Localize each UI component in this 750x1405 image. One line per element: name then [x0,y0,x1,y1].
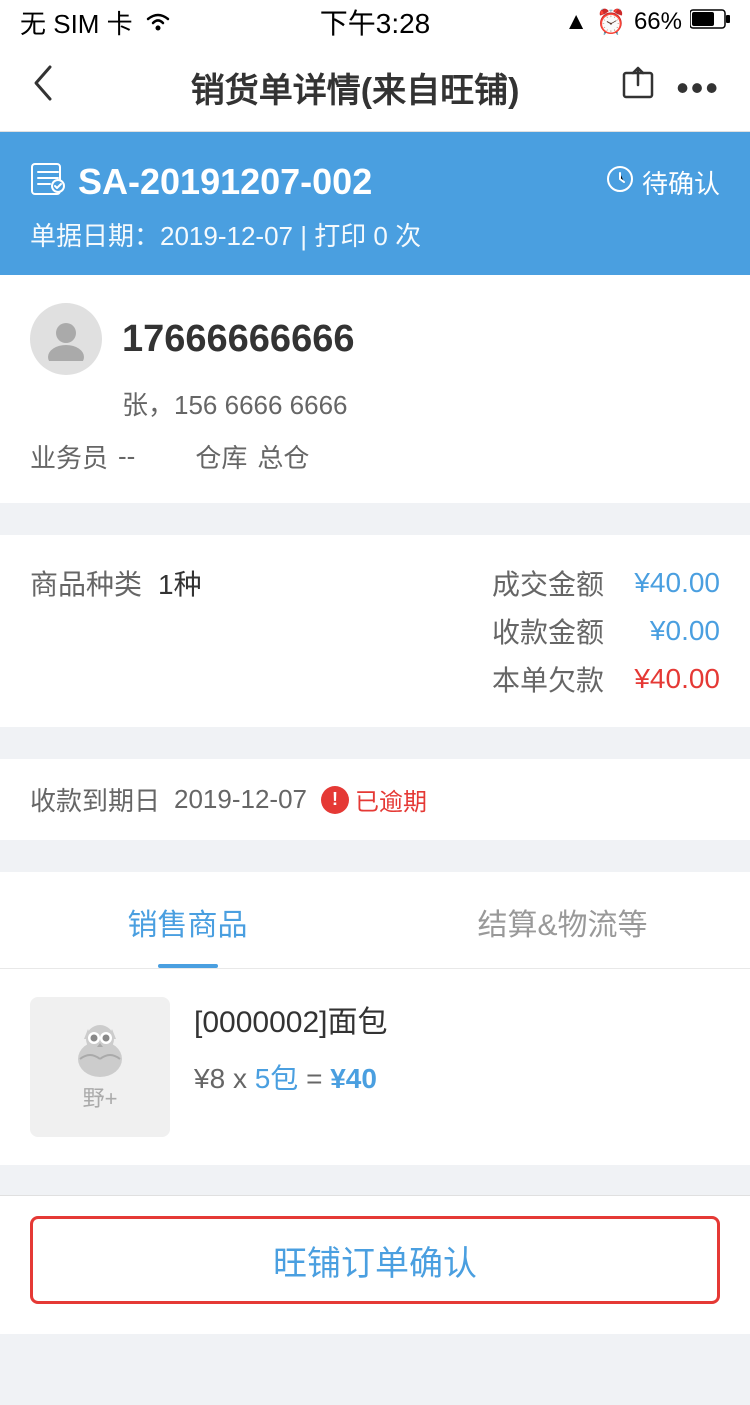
tabs-header: 销售商品 结算&物流等 [0,872,750,969]
customer-name: 张，156 6666 6666 [30,385,720,422]
customer-meta: 业务员 -- 仓库 总仓 [30,438,720,475]
avatar [30,303,102,375]
product-types-value: 1种 [158,563,202,603]
product-types-label: 商品种类 [30,563,142,603]
product-price: ¥8 [194,1063,225,1094]
status-bar-right: ▲ ⏰ 66% [564,8,730,37]
separator-1 [0,519,750,535]
product-name: [0000002]面包 [194,997,720,1041]
financial-right: 成交金额 ¥40.00 收款金额 ¥0.00 本单欠款 ¥40.00 [492,563,720,699]
product-calc: ¥8 x 5包 = ¥40 [194,1057,720,1097]
share-icon[interactable] [620,65,656,110]
tab-settlement[interactable]: 结算&物流等 [375,872,750,968]
overdue-text: 已逾期 [355,782,427,817]
warehouse-label: 仓库 [195,438,247,475]
customer-phone: 17666666666 [122,318,354,361]
order-icon [30,160,66,204]
salesperson-item: 业务员 -- [30,438,135,475]
confirm-button[interactable]: 旺铺订单确认 [30,1216,720,1304]
product-image-inner: 野+ [60,1021,140,1113]
received-row: 收款金额 ¥0.00 [492,611,720,651]
tab-products[interactable]: 销售商品 [0,872,375,968]
product-image: 野+ [30,997,170,1137]
battery-text: 66% [634,8,682,36]
transaction-amount-value: ¥40.00 [620,567,720,599]
nav-actions: ••• [620,65,720,110]
transaction-amount-row: 成交金额 ¥40.00 [492,563,720,603]
warehouse-item: 仓库 总仓 [195,438,309,475]
header-card-top: SA-20191207-002 待确认 [30,160,720,204]
transaction-amount-label: 成交金额 [492,563,604,603]
overdue-badge: ! 已逾期 [321,782,427,817]
status-bar-time: 下午3:28 [320,2,431,42]
due-section: 收款到期日 2019-12-07 ! 已逾期 [0,759,750,840]
separator-2 [0,743,750,759]
salesperson-label: 业务员 [30,438,108,475]
product-qty: 5包 [255,1063,299,1094]
bottom-bar: 旺铺订单确认 [0,1195,750,1334]
owed-label: 本单欠款 [492,659,604,699]
nav-bar: 销货单详情(来自旺铺) ••• [0,44,750,132]
due-date-label: 收款到期日 [30,781,160,818]
customer-top: 17666666666 [30,303,720,375]
separator-3 [0,856,750,872]
equal-symbol: = [306,1063,330,1094]
multiply-symbol: x [233,1063,255,1094]
order-status: 待确认 [606,164,720,201]
clock-icon [606,165,634,200]
owed-value: ¥40.00 [620,663,720,695]
battery-icon [690,8,730,37]
tabs-section: 销售商品 结算&物流等 [0,872,750,1165]
product-info: [0000002]面包 ¥8 x 5包 = ¥40 [194,997,720,1137]
product-total: ¥40 [330,1063,377,1094]
salesperson-value: -- [118,441,135,472]
product-types: 商品种类 1种 [30,563,202,603]
header-card: SA-20191207-002 待确认 单据日期：2019-12-07 | 打印… [0,132,750,275]
location-icon: ▲ [564,8,588,36]
more-icon[interactable]: ••• [676,67,720,109]
alarm-icon: ⏰ [596,8,626,37]
back-button[interactable] [30,63,90,112]
carrier-text: 无 SIM 卡 [20,4,133,41]
warehouse-value: 总仓 [257,438,309,475]
order-date: 单据日期：2019-12-07 | 打印 0 次 [30,216,720,253]
overdue-warning-icon: ! [321,786,349,814]
page-title: 销货单详情(来自旺铺) [191,63,520,112]
status-bar-left: 无 SIM 卡 [20,4,173,41]
status-bar: 无 SIM 卡 下午3:28 ▲ ⏰ 66% [0,0,750,44]
customer-section: 17666666666 张，156 6666 6666 业务员 -- 仓库 总仓 [0,275,750,503]
product-item: 野+ [0000002]面包 ¥8 x 5包 = ¥40 [30,997,720,1137]
wifi-icon [143,7,173,38]
due-date-value: 2019-12-07 [174,784,307,815]
order-number: SA-20191207-002 [30,160,372,204]
received-label: 收款金额 [492,611,604,651]
received-value: ¥0.00 [620,615,720,647]
financial-section: 商品种类 1种 成交金额 ¥40.00 收款金额 ¥0.00 本单欠款 ¥40.… [0,535,750,727]
product-section: 野+ [0000002]面包 ¥8 x 5包 = ¥40 [0,969,750,1165]
owed-row: 本单欠款 ¥40.00 [492,659,720,699]
